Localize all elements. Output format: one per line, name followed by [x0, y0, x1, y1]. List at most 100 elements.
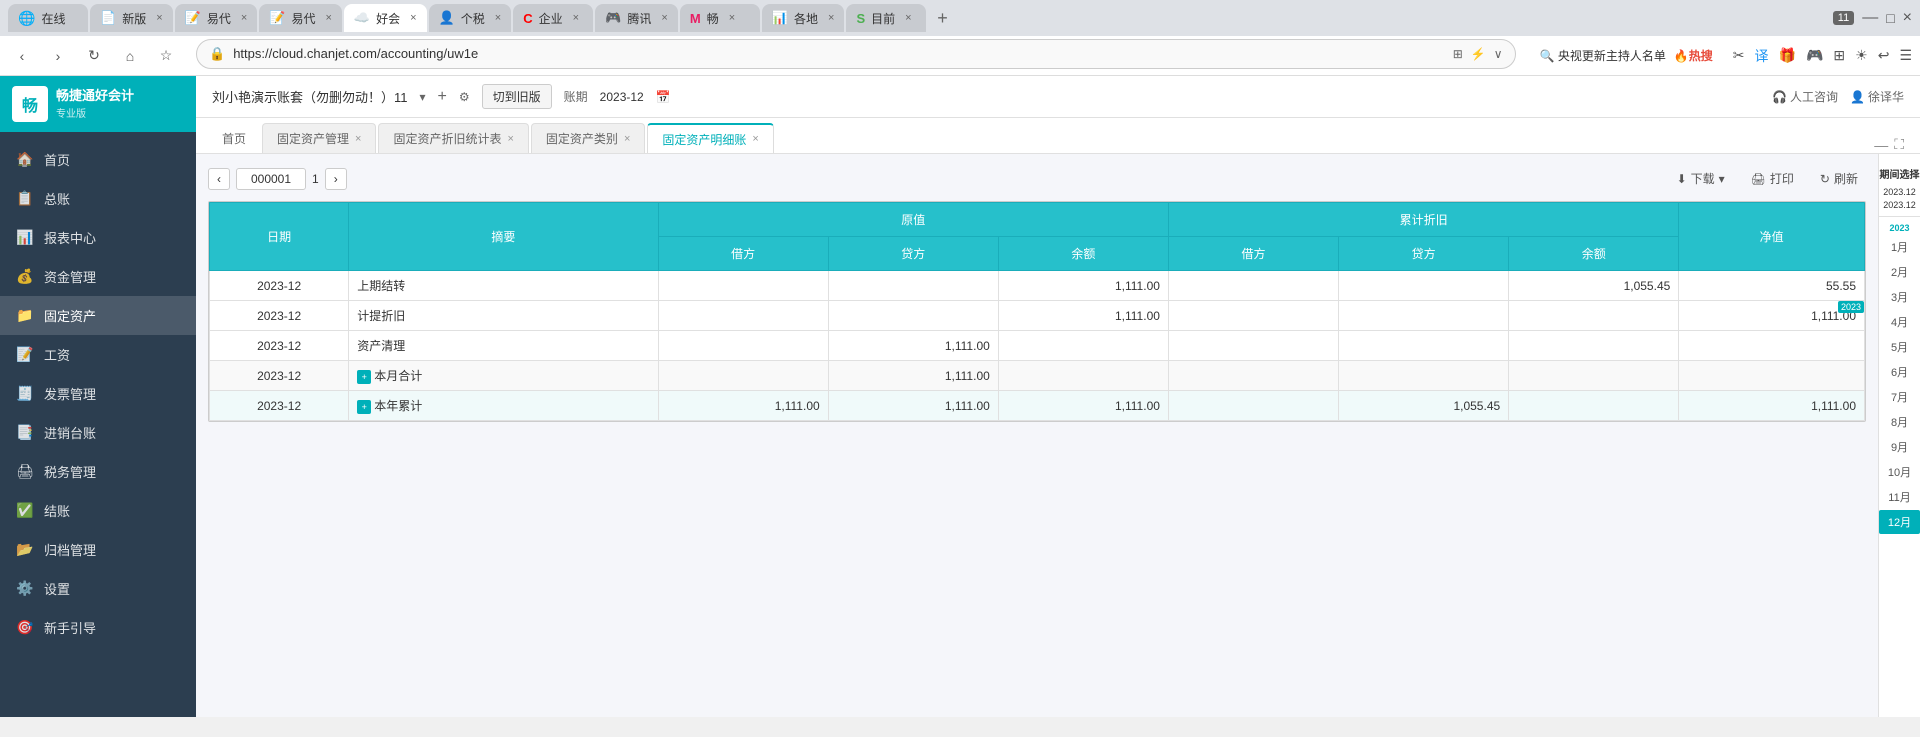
browser-tab-online[interactable]: 🌐 在线 [8, 4, 88, 32]
user-button[interactable]: 👤 徐译华 [1850, 88, 1904, 105]
sidebar-label-tax: 税务管理 [44, 462, 96, 481]
browser-tab-tencent[interactable]: 🎮 腾讯 × [595, 4, 678, 32]
tab-close-icon[interactable]: × [729, 12, 735, 24]
period-month-6[interactable]: 6月 [1879, 360, 1920, 384]
period-month-1[interactable]: 1月 [1879, 235, 1920, 259]
tab-close-fixed-assets-mgmt[interactable]: × [355, 133, 361, 145]
undo-icon[interactable]: ↩ [1878, 47, 1890, 64]
period-month-8[interactable]: 8月 [1879, 410, 1920, 434]
sidebar-item-tax[interactable]: 🖨 税务管理 [0, 452, 196, 491]
period-month-7[interactable]: 7月 [1879, 385, 1920, 409]
period-month-5[interactable]: 5月 [1879, 335, 1920, 359]
sidebar-item-settings[interactable]: ⚙️ 设置 [0, 569, 196, 608]
tab-close-icon[interactable]: × [241, 12, 247, 24]
tab-label: 企业 [539, 10, 563, 27]
expand-pane-icon[interactable]: ⛶ [1894, 136, 1904, 153]
service-button[interactable]: 🎧 人工咨询 [1772, 88, 1838, 105]
address-bar[interactable]: 🔒 https://cloud.chanjet.com/accounting/u… [196, 39, 1516, 69]
tab-close-icon[interactable]: × [905, 12, 911, 24]
translate-icon[interactable]: 译 [1755, 46, 1769, 66]
sidebar-label-ledger: 总账 [44, 189, 70, 208]
chevron-down-icon[interactable]: ∨ [1494, 47, 1503, 61]
period-month-9[interactable]: 9月 [1879, 435, 1920, 459]
tab-close-icon[interactable]: × [573, 12, 579, 24]
sidebar-item-salary[interactable]: 📝 工资 [0, 335, 196, 374]
data-table: 日期 摘要 原值 累计折旧 净值 借方 贷方 余额 借方 [209, 202, 1865, 421]
sidebar-item-invoice[interactable]: 🧾 发票管理 [0, 374, 196, 413]
page-tab-asset-detail[interactable]: 固定资产明细账 × [647, 123, 773, 153]
sidebar-item-guide[interactable]: 🎯 新手引导 [0, 608, 196, 647]
browser-tab-yidai1[interactable]: 📝 易代 × [175, 4, 258, 32]
bookmark-button[interactable]: ☆ [152, 42, 180, 70]
minimize-pane-icon[interactable]: — [1874, 137, 1888, 153]
forward-button[interactable]: › [44, 42, 72, 70]
sidebar-item-ledger[interactable]: 📋 总账 [0, 179, 196, 218]
browser-tab-s[interactable]: S 目前 × [846, 4, 926, 32]
settings-cog-icon[interactable]: ⚙ [459, 90, 470, 104]
refresh-button[interactable]: ↻ 刷新 [1812, 166, 1866, 191]
close-browser-icon[interactable]: × [1903, 9, 1912, 27]
gamepad-icon[interactable]: 🎮 [1806, 47, 1823, 64]
sidebar-item-inventory[interactable]: 📑 进销台账 [0, 413, 196, 452]
browser-tab-new[interactable]: 📄 新版 × [90, 4, 173, 32]
tab-close-asset-category[interactable]: × [624, 133, 630, 145]
page-tab-asset-category[interactable]: 固定资产类别 × [531, 123, 645, 153]
grid-icon[interactable]: ⊞ [1833, 47, 1845, 64]
switch-version-button[interactable]: 切到旧版 [482, 84, 552, 109]
period-month-2[interactable]: 2月 [1879, 260, 1920, 284]
tab-close-icon[interactable]: × [325, 12, 331, 24]
cell-accum-credit [1339, 331, 1509, 361]
browser-tab-enterprise[interactable]: C 企业 × [513, 4, 593, 32]
browser-tab-regions[interactable]: 📊 各地 × [762, 4, 845, 32]
browser-tab-m[interactable]: M 畅 × [680, 4, 760, 32]
url-text[interactable]: https://cloud.chanjet.com/accounting/uw1… [233, 46, 1445, 61]
company-name: 刘小艳演示账套（勿删勿动！）11 [212, 87, 408, 106]
tab-close-depreciation-stats[interactable]: × [507, 133, 513, 145]
period-month-4[interactable]: 4月 [1879, 310, 1920, 334]
period-month-12[interactable]: 12月 [1879, 510, 1920, 534]
invoice-icon: 🧾 [16, 385, 34, 403]
sidebar-item-archive[interactable]: 📂 归档管理 [0, 530, 196, 569]
gift-icon[interactable]: 🎁 [1779, 47, 1796, 64]
tab-close-icon[interactable]: × [661, 12, 667, 24]
page-tab-home[interactable]: 首页 [208, 123, 260, 153]
tab-close-icon[interactable]: × [495, 12, 501, 24]
page-input[interactable] [236, 168, 306, 190]
period-month-10[interactable]: 10月 [1879, 460, 1920, 484]
tab-close-icon[interactable]: × [156, 12, 162, 24]
browser-tab-active[interactable]: ☁️ 好会 × [344, 4, 427, 32]
new-tab-button[interactable]: + [928, 4, 956, 32]
menu-icon[interactable]: ☰ [1899, 47, 1912, 64]
reload-button[interactable]: ↻ [80, 42, 108, 70]
download-button[interactable]: ⬇ 下载 ▾ [1669, 166, 1733, 191]
lightning-icon[interactable]: ⚡ [1471, 47, 1486, 61]
next-page-button[interactable]: › [325, 168, 347, 190]
back-button[interactable]: ‹ [8, 42, 36, 70]
sidebar-item-home[interactable]: 🏠 首页 [0, 140, 196, 179]
sidebar-item-fixed-assets[interactable]: 📁 固定资产 [0, 296, 196, 335]
brightness-icon[interactable]: ☀ [1855, 47, 1868, 64]
scissors-icon[interactable]: ✂ [1733, 47, 1745, 64]
home-button[interactable]: ⌂ [116, 42, 144, 70]
sidebar-item-funds[interactable]: 💰 资金管理 [0, 257, 196, 296]
period-month-11[interactable]: 11月 [1879, 485, 1920, 509]
refresh-icon: ↻ [1820, 172, 1830, 186]
browser-tab-tax[interactable]: 👤 个税 × [429, 4, 512, 32]
dropdown-icon[interactable]: ▾ [420, 90, 426, 104]
browser-tab-yidai2[interactable]: 📝 易代 × [259, 4, 342, 32]
share-icon[interactable]: ⊞ [1453, 47, 1463, 61]
minimize-icon[interactable]: — [1862, 9, 1878, 27]
prev-page-button[interactable]: ‹ [208, 168, 230, 190]
page-tab-fixed-assets-mgmt[interactable]: 固定资产管理 × [262, 123, 376, 153]
tab-close-icon[interactable]: × [410, 12, 416, 24]
tab-close-icon[interactable]: × [828, 12, 834, 24]
print-button[interactable]: 🖨 打印 [1743, 166, 1802, 191]
add-company-icon[interactable]: + [438, 88, 447, 106]
maximize-icon[interactable]: □ [1886, 10, 1894, 26]
sidebar-item-reports[interactable]: 📊 报表中心 [0, 218, 196, 257]
page-tab-depreciation-stats[interactable]: 固定资产折旧统计表 × [378, 123, 528, 153]
calendar-icon[interactable]: 📅 [656, 90, 671, 104]
period-month-3[interactable]: 3月 [1879, 285, 1920, 309]
sidebar-item-close-period[interactable]: ✅ 结账 [0, 491, 196, 530]
tab-close-asset-detail[interactable]: × [752, 133, 758, 145]
